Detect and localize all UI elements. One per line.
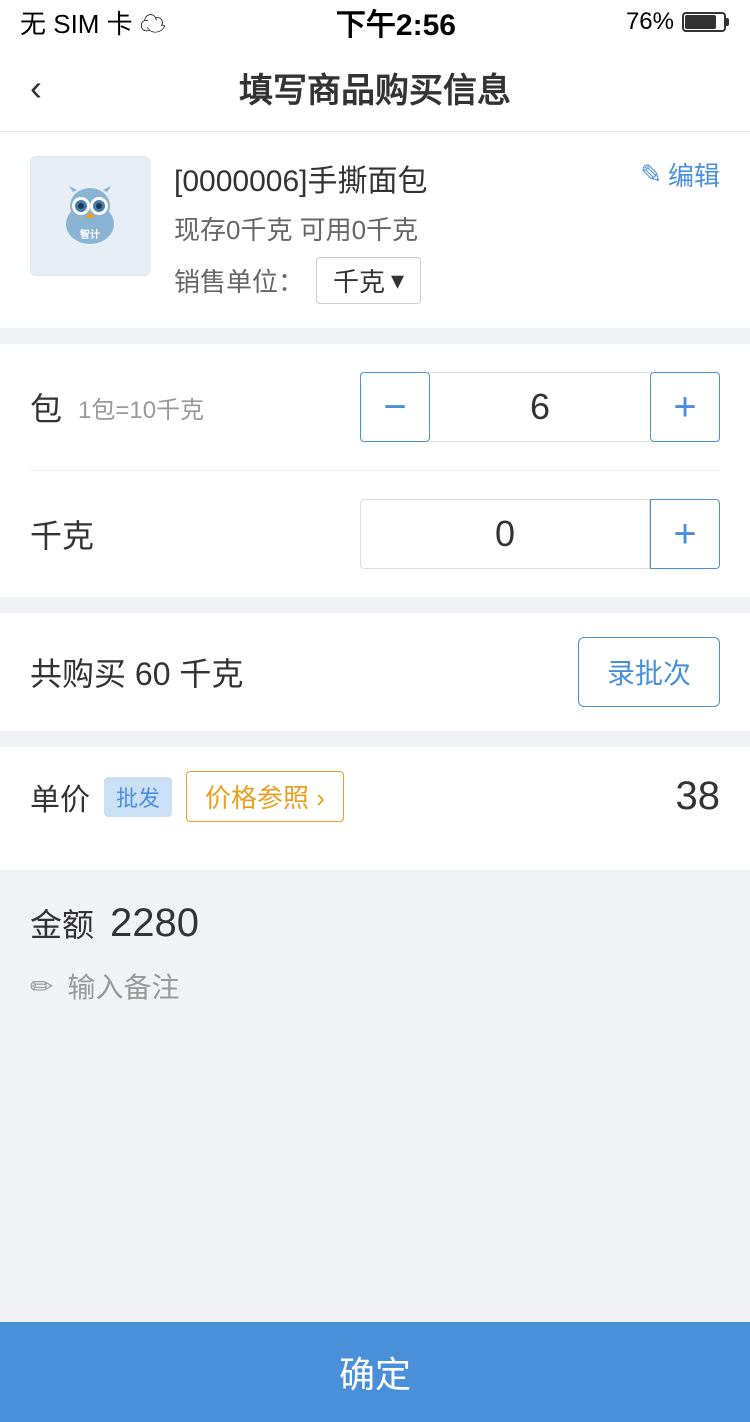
amount-section: 金额 2280 ✏ 输入备注	[0, 870, 750, 1022]
bao-plus-button[interactable]: +	[650, 372, 720, 442]
status-time: 下午2:56	[336, 0, 456, 44]
kg-control: +	[360, 499, 720, 569]
price-section: 单价 批发 价格参照 › 38	[0, 747, 750, 870]
bao-minus-button[interactable]: −	[360, 372, 430, 442]
bao-label: 包 1包=10千克	[30, 384, 204, 430]
battery-icon	[682, 10, 730, 34]
signal-text: 无 SIM 卡 ☁	[20, 4, 166, 41]
confirm-label: 确定	[339, 1346, 411, 1398]
total-section: 共购买 60 千克 录批次	[0, 613, 750, 731]
price-label: 单价 批发 价格参照 ›	[30, 771, 344, 822]
remark-placeholder: 输入备注	[67, 966, 179, 1006]
status-right: 76%	[626, 8, 730, 36]
battery-text: 76%	[626, 8, 674, 36]
page-title: 填写商品购买信息	[239, 63, 511, 112]
status-left: 无 SIM 卡 ☁	[20, 4, 166, 41]
kg-label: 千克	[30, 511, 94, 557]
kg-plus-button[interactable]: +	[650, 499, 720, 569]
kg-input[interactable]	[360, 499, 650, 569]
status-bar: 无 SIM 卡 ☁ 下午2:56 76%	[0, 0, 750, 44]
amount-label: 金额	[30, 900, 94, 946]
product-stock: 现存0千克 可用0千克	[174, 210, 720, 247]
product-info: [0000006]手撕面包 ✎ 编辑 现存0千克 可用0千克 销售单位： 千克 …	[174, 156, 720, 304]
bao-row: 包 1包=10千克 − +	[30, 344, 720, 471]
quantity-section: 包 1包=10千克 − + 千克 +	[0, 344, 750, 597]
main-content	[0, 1022, 750, 1322]
bao-sublabel: 1包=10千克	[78, 390, 204, 425]
kg-row: 千克 +	[30, 471, 720, 597]
product-thumbnail: 智计	[30, 156, 150, 276]
product-header: [0000006]手撕面包 ✎ 编辑	[174, 156, 720, 210]
bao-control: − +	[360, 372, 720, 442]
remark-row[interactable]: ✏ 输入备注	[30, 966, 720, 1006]
price-row: 单价 批发 价格参照 › 38	[30, 771, 720, 822]
amount-row: 金额 2280	[30, 900, 720, 946]
total-text: 共购买 60 千克	[30, 649, 243, 695]
unit-select[interactable]: 千克 ▾	[316, 257, 421, 304]
product-card: 智计 [0000006]手撕面包 ✎ 编辑 现存0千克 可用0千克 销售单位： …	[0, 132, 750, 328]
nav-bar: ‹ 填写商品购买信息	[0, 44, 750, 132]
product-unit-row: 销售单位： 千克 ▾	[174, 257, 720, 304]
price-ref-button[interactable]: 价格参照 ›	[186, 771, 344, 822]
bao-input[interactable]	[430, 372, 650, 442]
record-batch-button[interactable]: 录批次	[578, 637, 720, 707]
price-badge: 批发	[104, 777, 172, 817]
pencil-icon: ✏	[30, 970, 53, 1003]
edit-button[interactable]: ✎ 编辑	[640, 156, 720, 193]
product-name: [0000006]手撕面包	[174, 156, 427, 200]
back-button[interactable]: ‹	[30, 67, 42, 109]
svg-text:智计: 智计	[80, 228, 100, 241]
confirm-button[interactable]: 确定	[0, 1322, 750, 1422]
price-value: 38	[676, 774, 721, 819]
product-logo: 智计	[55, 186, 125, 246]
amount-value: 2280	[110, 901, 199, 946]
total-quantity: 60	[135, 656, 171, 692]
chevron-down-icon: ▾	[391, 265, 404, 296]
